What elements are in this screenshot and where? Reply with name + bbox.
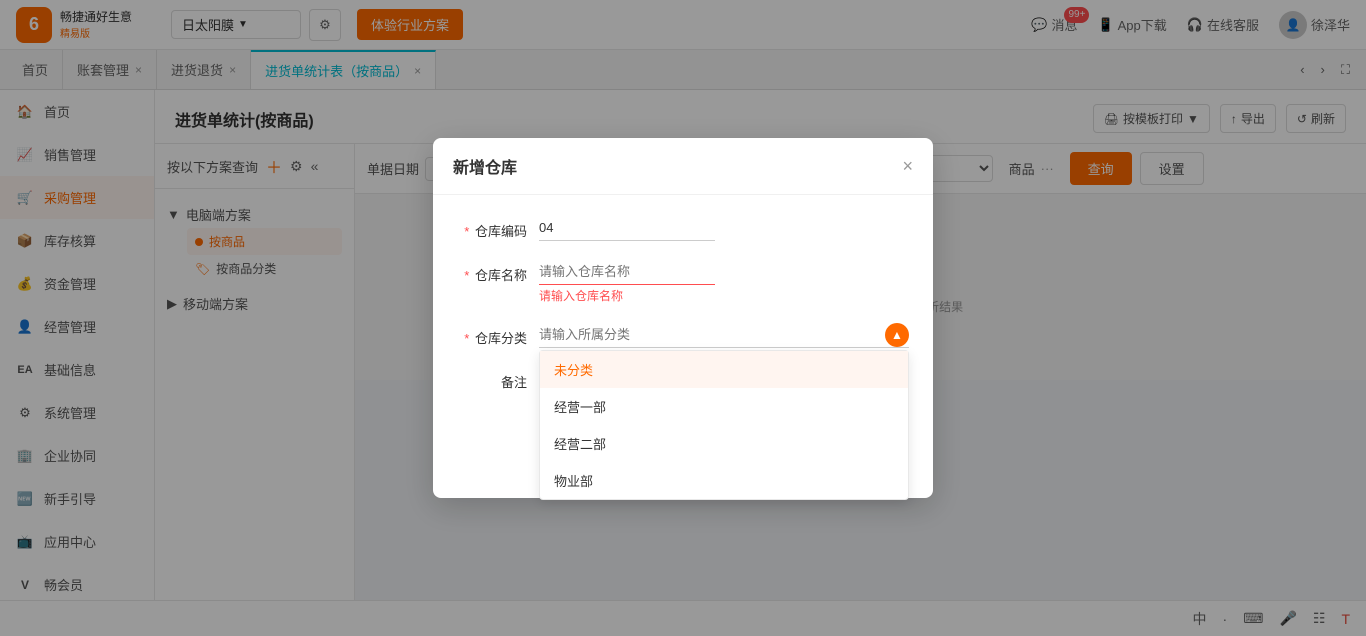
code-input-wrap <box>539 215 909 241</box>
category-select-wrap: ▲ 未分类 经营一部 经营二部 物业部 <box>539 322 909 348</box>
name-row: * 仓库名称 请输入仓库名称 <box>457 259 909 304</box>
category-chevron-button[interactable]: ▲ <box>885 323 909 347</box>
modal-body: * 仓库编码 * 仓库名称 请输入仓库名称 <box>433 195 933 430</box>
name-error-msg: 请输入仓库名称 <box>539 287 909 304</box>
dropdown-item-unclassified[interactable]: 未分类 <box>540 351 908 388</box>
name-input-wrap: 请输入仓库名称 <box>539 259 909 304</box>
required-star-category: * <box>464 331 469 346</box>
category-input[interactable] <box>539 322 909 348</box>
category-row: * 仓库分类 ▲ 未分类 经营一部 经营二部 物业部 <box>457 322 909 348</box>
add-warehouse-modal: 新增仓库 × * 仓库编码 * 仓库名称 <box>433 138 933 498</box>
note-label: 备注 <box>457 366 527 391</box>
chevron-up-icon: ▲ <box>891 328 903 342</box>
required-star-name: * <box>464 268 469 283</box>
code-row: * 仓库编码 <box>457 215 909 241</box>
name-label: * 仓库名称 <box>457 259 527 284</box>
dropdown-item-property[interactable]: 物业部 <box>540 462 908 499</box>
name-input[interactable] <box>539 259 715 285</box>
modal-close-button[interactable]: × <box>902 156 913 177</box>
modal-overlay[interactable]: 新增仓库 × * 仓库编码 * 仓库名称 <box>0 0 1366 636</box>
category-dropdown: 未分类 经营一部 经营二部 物业部 <box>539 350 909 500</box>
code-input[interactable] <box>539 215 715 241</box>
category-label: * 仓库分类 <box>457 322 527 347</box>
required-star: * <box>464 224 469 239</box>
modal-title: 新增仓库 <box>453 154 517 178</box>
modal-header: 新增仓库 × <box>433 138 933 195</box>
dropdown-item-dept1[interactable]: 经营一部 <box>540 388 908 425</box>
dropdown-item-dept2[interactable]: 经营二部 <box>540 425 908 462</box>
code-label: * 仓库编码 <box>457 215 527 240</box>
